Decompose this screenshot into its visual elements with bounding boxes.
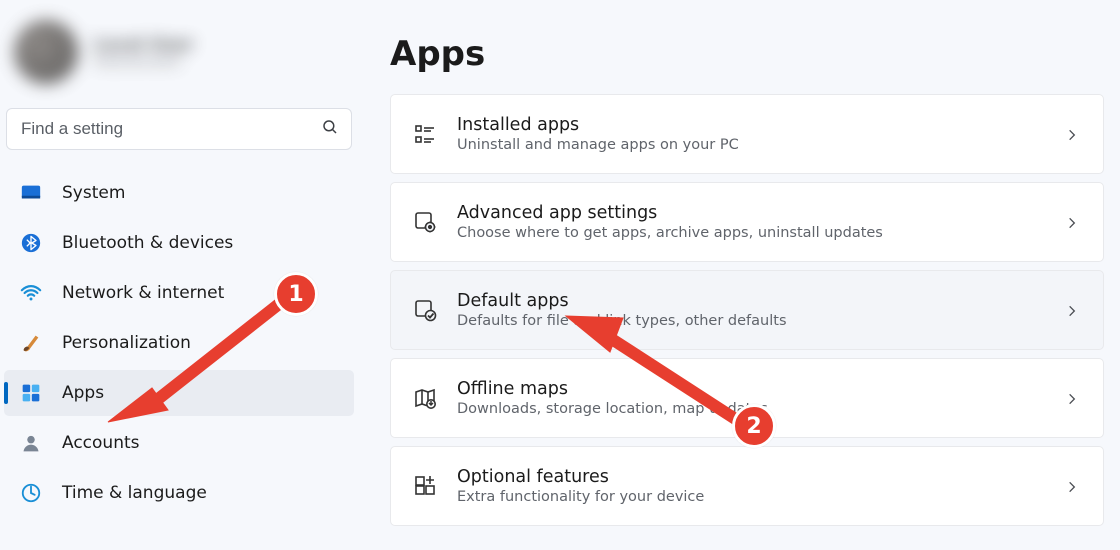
chevron-right-icon — [1065, 479, 1079, 493]
profile-text: Local User local.account — [94, 35, 194, 70]
search-input[interactable] — [21, 119, 321, 139]
default-apps-icon — [411, 296, 439, 324]
sidebar-item-label: Apps — [62, 383, 104, 403]
sidebar-item-network[interactable]: Network & internet — [4, 270, 354, 316]
sidebar-item-label: Personalization — [62, 333, 191, 353]
card-subtitle: Downloads, storage location, map updates — [457, 401, 1065, 417]
user-profile[interactable]: Local User local.account — [4, 18, 352, 100]
card-title: Advanced app settings — [457, 203, 1065, 223]
settings-sidebar: Local User local.account System Bluetoot… — [0, 0, 356, 550]
chevron-right-icon — [1065, 303, 1079, 317]
sidebar-item-apps[interactable]: Apps — [4, 370, 354, 416]
sidebar-nav: System Bluetooth & devices Network & int… — [4, 170, 354, 516]
card-title: Default apps — [457, 291, 1065, 311]
bluetooth-icon — [20, 232, 42, 254]
sidebar-item-personalization[interactable]: Personalization — [4, 320, 354, 366]
sidebar-item-accounts[interactable]: Accounts — [4, 420, 354, 466]
advanced-settings-icon — [411, 208, 439, 236]
card-offline-maps[interactable]: Offline maps Downloads, storage location… — [390, 358, 1104, 438]
wifi-icon — [20, 282, 42, 304]
optional-features-icon — [411, 472, 439, 500]
settings-search[interactable] — [6, 108, 352, 150]
sidebar-item-system[interactable]: System — [4, 170, 354, 216]
sidebar-item-label: System — [62, 183, 125, 203]
avatar — [14, 20, 78, 84]
sidebar-item-label: Bluetooth & devices — [62, 233, 233, 253]
paintbrush-icon — [20, 332, 42, 354]
system-icon — [20, 182, 42, 204]
sidebar-item-label: Network & internet — [62, 283, 224, 303]
profile-email: local.account — [94, 55, 194, 70]
sidebar-item-bluetooth[interactable]: Bluetooth & devices — [4, 220, 354, 266]
search-icon — [321, 118, 339, 140]
settings-main: Apps Installed apps Uninstall and manage… — [356, 0, 1120, 550]
card-advanced-app-settings[interactable]: Advanced app settings Choose where to ge… — [390, 182, 1104, 262]
clock-globe-icon — [20, 482, 42, 504]
offline-maps-icon — [411, 384, 439, 412]
apps-icon — [20, 382, 42, 404]
page-title: Apps — [390, 34, 1104, 74]
profile-name: Local User — [94, 35, 194, 55]
card-subtitle: Choose where to get apps, archive apps, … — [457, 225, 1065, 241]
accounts-icon — [20, 432, 42, 454]
card-subtitle: Uninstall and manage apps on your PC — [457, 137, 1065, 153]
chevron-right-icon — [1065, 127, 1079, 141]
sidebar-item-time-language[interactable]: Time & language — [4, 470, 354, 516]
chevron-right-icon — [1065, 215, 1079, 229]
card-installed-apps[interactable]: Installed apps Uninstall and manage apps… — [390, 94, 1104, 174]
card-title: Installed apps — [457, 115, 1065, 135]
sidebar-item-label: Time & language — [62, 483, 207, 503]
card-subtitle: Extra functionality for your device — [457, 489, 1065, 505]
sidebar-item-label: Accounts — [62, 433, 140, 453]
card-title: Offline maps — [457, 379, 1065, 399]
card-title: Optional features — [457, 467, 1065, 487]
card-subtitle: Defaults for file and link types, other … — [457, 313, 1065, 329]
card-optional-features[interactable]: Optional features Extra functionality fo… — [390, 446, 1104, 526]
installed-apps-icon — [411, 120, 439, 148]
chevron-right-icon — [1065, 391, 1079, 405]
card-default-apps[interactable]: Default apps Defaults for file and link … — [390, 270, 1104, 350]
